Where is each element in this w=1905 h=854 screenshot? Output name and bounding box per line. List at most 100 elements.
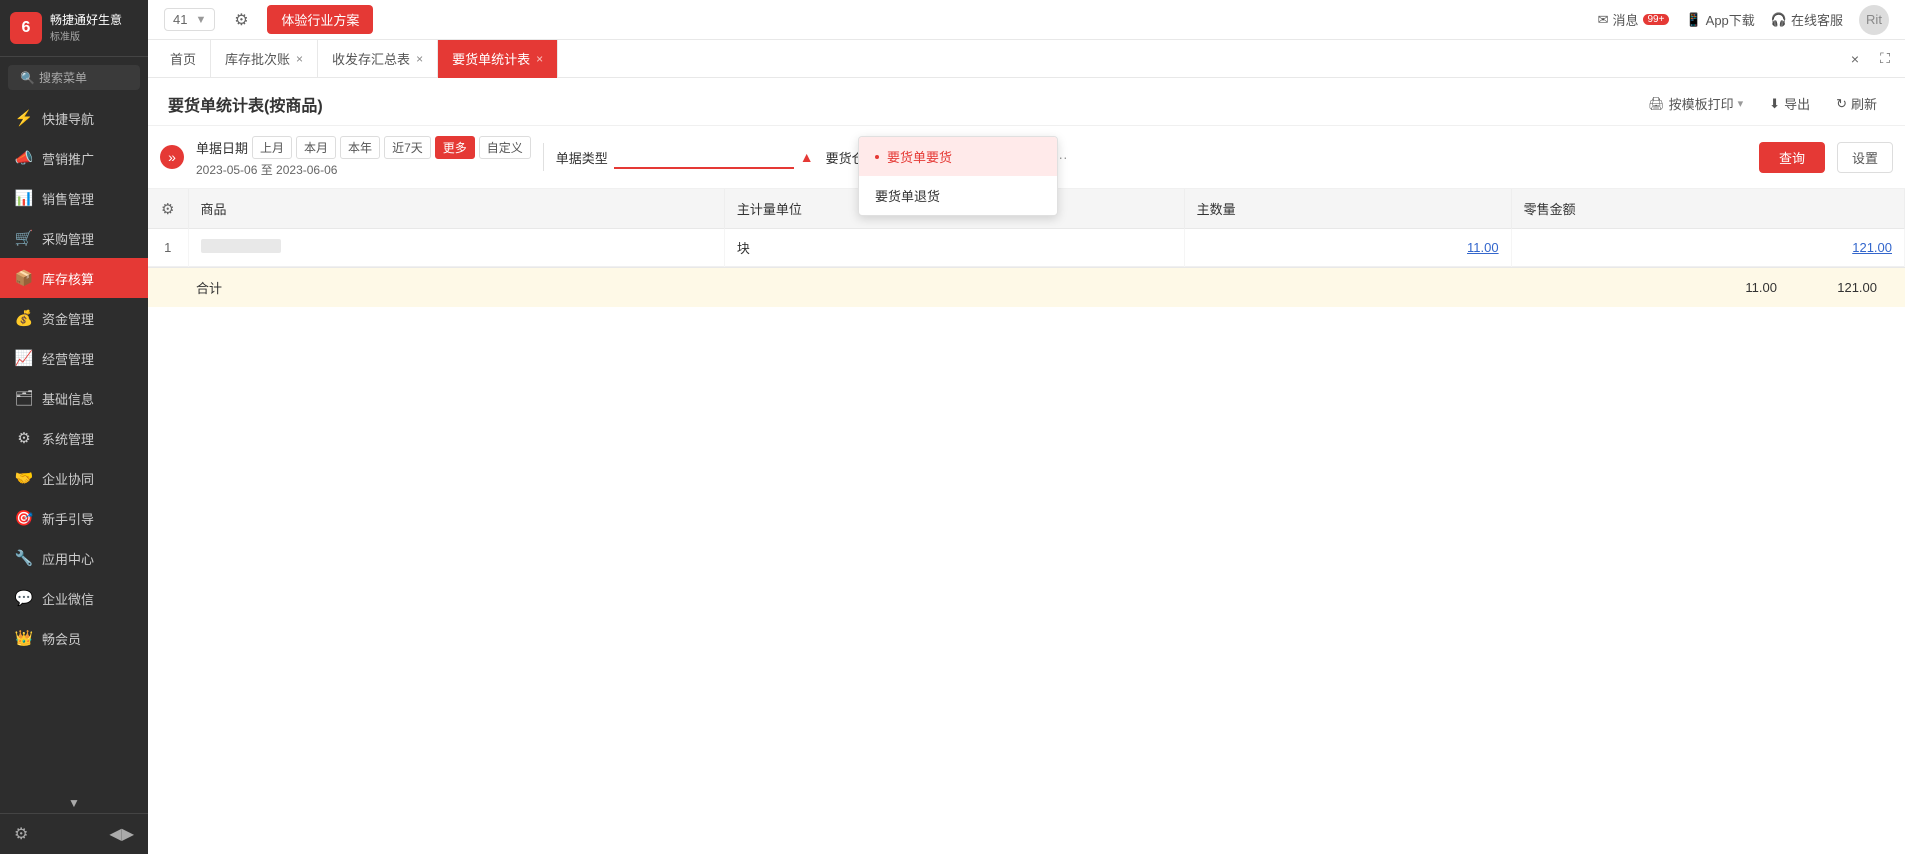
sidebar-item-sales[interactable]: 📊 销售管理: [0, 178, 148, 218]
table-row: 1 块 11.00 121.00: [148, 229, 1905, 267]
store-chevron-icon: ▼: [195, 14, 206, 26]
tab-close-all-btn[interactable]: ×: [1843, 47, 1867, 71]
dropdown-option-1-label: 要货单退货: [875, 186, 940, 205]
export-btn[interactable]: ⬇ 导出: [1761, 90, 1818, 117]
message-btn[interactable]: ✉ 消息 99+: [1598, 10, 1670, 29]
table-settings-icon[interactable]: ⚙: [161, 201, 174, 218]
sidebar-item-guide[interactable]: 🎯 新手引导: [0, 498, 148, 538]
tab-order-stats[interactable]: 要货单统计表 ×: [438, 40, 558, 78]
sidebar-nav: ⚡ 快捷导航 📣 营销推广 📊 销售管理 🛒 采购管理 📦 库存核算 💰 资金管…: [0, 98, 148, 793]
date-custom-btn[interactable]: 自定义: [479, 136, 531, 159]
user-name: Rit: [1866, 12, 1882, 27]
message-icon: ✉: [1598, 12, 1609, 28]
message-badge: 99+: [1643, 14, 1670, 25]
search-icon: 🔍: [20, 71, 35, 85]
th-product: 商品: [188, 189, 724, 229]
sidebar-item-system[interactable]: ⚙ 系统管理: [0, 418, 148, 458]
date-range-group: 单据日期 上月 本月 本年 近7天 更多 自定义 2023-05-06 至 20…: [196, 136, 531, 178]
sidebar-item-wechat[interactable]: 💬 企业微信: [0, 578, 148, 618]
header-right: ✉ 消息 99+ 📱 App下载 🎧 在线客服 Rit: [1598, 5, 1889, 35]
tab-expand-btn[interactable]: ⛶: [1873, 47, 1897, 71]
sales-label: 销售管理: [42, 189, 94, 208]
date-more-btn[interactable]: 更多: [435, 136, 475, 159]
print-icon: 🖨: [1648, 96, 1665, 112]
type-chevron-up-icon[interactable]: ▲: [800, 149, 814, 165]
sidebar-item-basic-info[interactable]: 🗂 基础信息: [0, 378, 148, 418]
tab-receive-summary-label: 收发存汇总表: [332, 49, 410, 68]
type-filter-field: 单据类型 ▲: [556, 146, 814, 169]
set-button[interactable]: 设置: [1837, 142, 1893, 173]
sidebar-item-finance[interactable]: 💰 资金管理: [0, 298, 148, 338]
service-icon: 🎧: [1771, 12, 1787, 28]
dropdown-option-0[interactable]: 要货单要货: [859, 137, 1057, 176]
sidebar-scroll-down[interactable]: ▼: [0, 793, 148, 813]
top-header: 41 ▼ ⚙ 体验行业方案 ✉ 消息 99+ 📱 App下载 🎧 在线客服 Ri…: [148, 0, 1905, 40]
inventory-icon: 📦: [14, 268, 34, 288]
table-footer: 合计 11.00 121.00: [148, 267, 1905, 307]
date-last-month-btn[interactable]: 上月: [252, 136, 292, 159]
tab-home[interactable]: 首页: [156, 40, 211, 78]
page-actions: 🖨 按模板打印 ▾ ⬇ 导出 ↻ 刷新: [1640, 90, 1885, 117]
user-avatar[interactable]: Rit: [1859, 5, 1889, 35]
sidebar-item-member[interactable]: 👑 畅会员: [0, 618, 148, 658]
dropdown-option-1[interactable]: 要货单退货: [859, 176, 1057, 215]
sidebar-item-purchase[interactable]: 🛒 采购管理: [0, 218, 148, 258]
trial-button[interactable]: 体验行业方案: [267, 5, 373, 34]
basic-info-label: 基础信息: [42, 389, 94, 408]
logo-icon: 6: [10, 12, 42, 44]
date-this-month-btn[interactable]: 本月: [296, 136, 336, 159]
refresh-label: 刷新: [1851, 94, 1877, 113]
sidebar-item-marketing[interactable]: 📣 营销推广: [0, 138, 148, 178]
page-title: 要货单统计表(按商品): [168, 92, 323, 116]
print-template-label: 按模板打印: [1669, 94, 1734, 113]
filter-expand-btn[interactable]: »: [160, 145, 184, 169]
sidebar: 6 畅捷通好生意 标准版 🔍 搜索菜单 ⚡ 快捷导航 📣 营销推广 📊 销售管理…: [0, 0, 148, 854]
refresh-btn[interactable]: ↻ 刷新: [1828, 90, 1885, 117]
tab-batch-account-close-icon[interactable]: ×: [296, 52, 303, 66]
row-quantity[interactable]: 11.00: [1184, 229, 1511, 267]
logo-sub: 标准版: [50, 28, 122, 43]
collapse-icon[interactable]: ◀▶: [109, 824, 134, 844]
print-template-btn[interactable]: 🖨 按模板打印 ▾: [1640, 90, 1751, 117]
tab-receive-summary[interactable]: 收发存汇总表 ×: [318, 40, 438, 78]
tab-controls: × ⛶: [1843, 47, 1897, 71]
app-download-btn[interactable]: 📱 App下载: [1685, 10, 1754, 29]
type-label: 单据类型: [556, 148, 608, 167]
row-unit: 块: [724, 229, 1184, 267]
tab-receive-summary-close-icon[interactable]: ×: [416, 52, 423, 66]
main-area: 41 ▼ ⚙ 体验行业方案 ✉ 消息 99+ 📱 App下载 🎧 在线客服 Ri…: [148, 0, 1905, 854]
store-selector[interactable]: 41 ▼: [164, 8, 215, 31]
th-quantity: 主数量: [1184, 189, 1511, 229]
type-input[interactable]: [614, 146, 794, 169]
system-label: 系统管理: [42, 429, 94, 448]
guide-label: 新手引导: [42, 509, 94, 528]
query-button[interactable]: 查询: [1759, 142, 1825, 173]
finance-label: 资金管理: [42, 309, 94, 328]
sidebar-item-app-center[interactable]: 🔧 应用中心: [0, 538, 148, 578]
logo-text: 畅捷通好生意: [50, 13, 122, 29]
settings-icon[interactable]: ⚙: [14, 824, 28, 844]
tab-order-stats-close-icon[interactable]: ×: [536, 52, 543, 66]
footer-label: 合计: [160, 278, 222, 297]
date-last-7-days-btn[interactable]: 近7天: [384, 136, 431, 159]
filter-divider-1: [543, 143, 544, 171]
row-amount[interactable]: 121.00: [1511, 229, 1904, 267]
sidebar-search-btn[interactable]: 🔍 搜索菜单: [8, 65, 140, 90]
guide-icon: 🎯: [14, 508, 34, 528]
sidebar-item-quick-nav[interactable]: ⚡ 快捷导航: [0, 98, 148, 138]
sidebar-item-inventory[interactable]: 📦 库存核算: [0, 258, 148, 298]
footer-amount: 121.00: [1813, 280, 1893, 295]
header-gear-btn[interactable]: ⚙: [227, 6, 255, 34]
date-this-year-btn[interactable]: 本年: [340, 136, 380, 159]
print-chevron-icon: ▾: [1738, 97, 1744, 110]
quick-nav-label: 快捷导航: [42, 109, 94, 128]
sidebar-item-management[interactable]: 📈 经营管理: [0, 338, 148, 378]
app-center-icon: 🔧: [14, 548, 34, 568]
member-icon: 👑: [14, 628, 34, 648]
app-download-label: App下载: [1706, 10, 1755, 29]
th-gear[interactable]: ⚙: [148, 189, 188, 229]
sidebar-item-cooperation[interactable]: 🤝 企业协同: [0, 458, 148, 498]
purchase-icon: 🛒: [14, 228, 34, 248]
online-service-btn[interactable]: 🎧 在线客服: [1771, 10, 1843, 29]
tab-batch-account[interactable]: 库存批次账 ×: [211, 40, 318, 78]
